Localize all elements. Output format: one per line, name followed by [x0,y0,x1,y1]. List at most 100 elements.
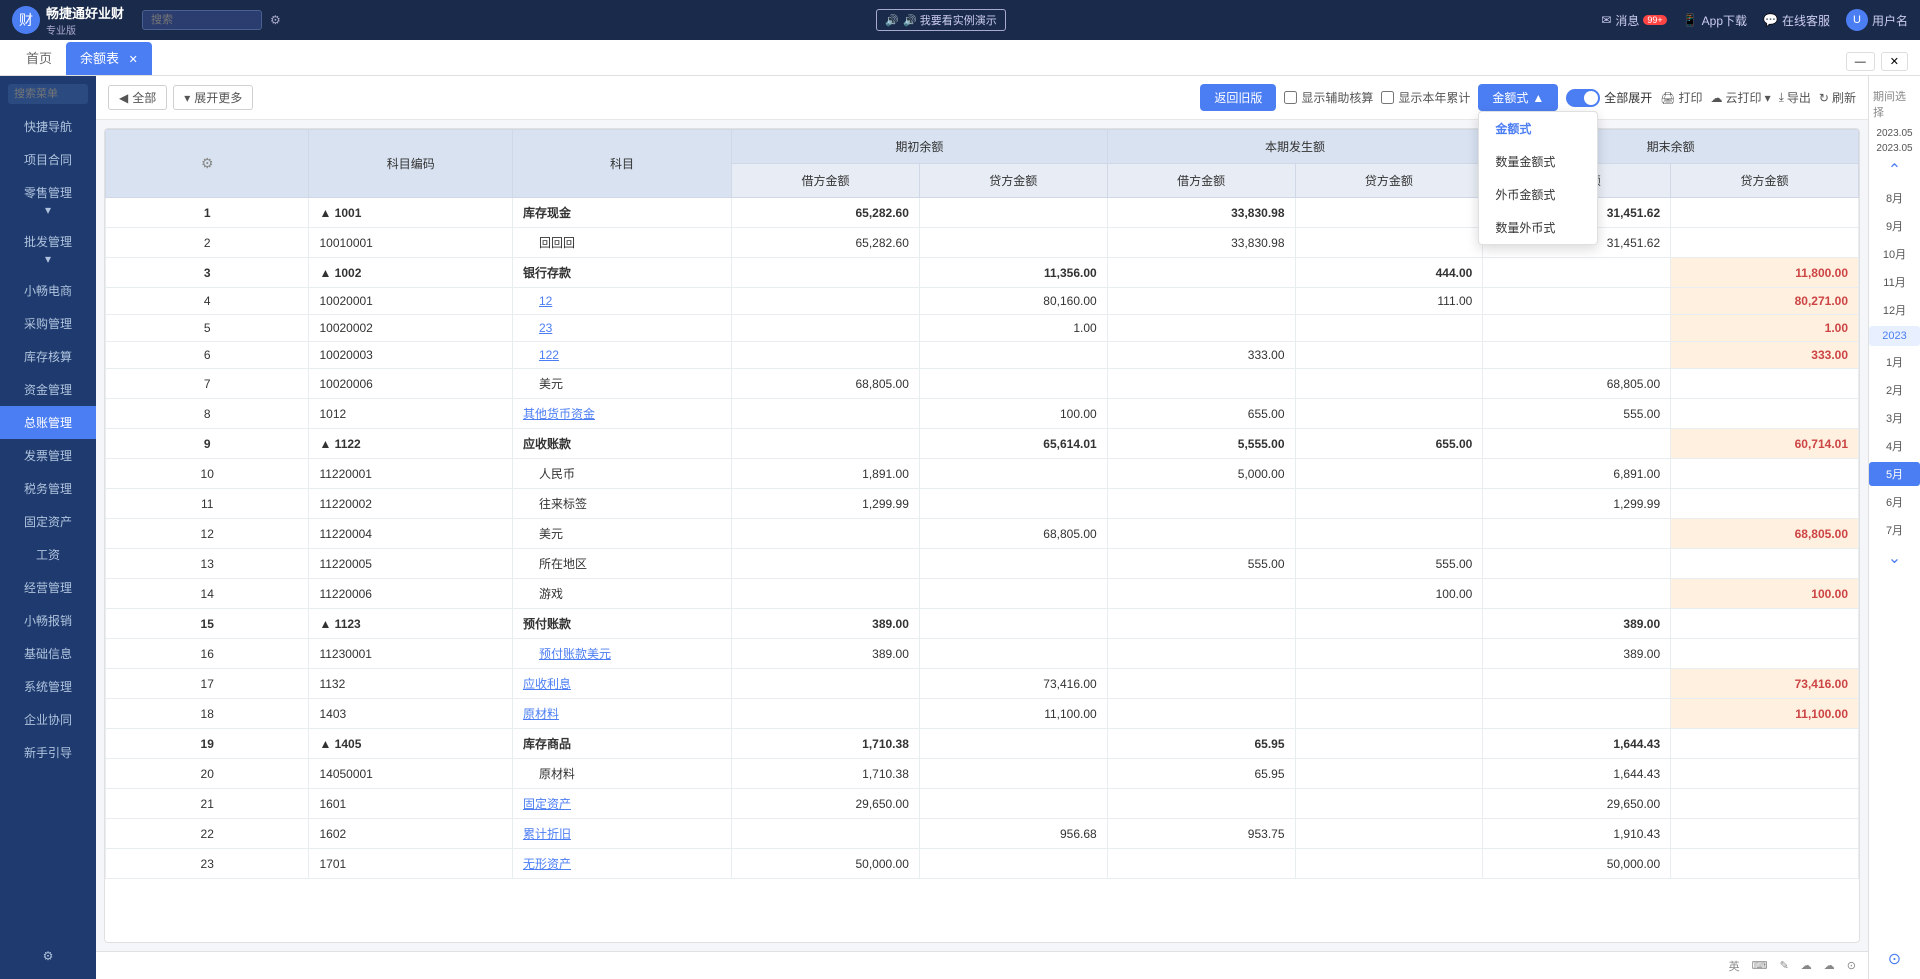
lang-icon[interactable]: 英 [1729,958,1740,974]
settings-top-icon[interactable]: ⚙ [270,13,281,27]
period-11[interactable]: 11月 [1869,270,1920,294]
sidebar-item-ecommerce[interactable]: 小畅电商 [0,274,96,307]
period-down-btn[interactable]: ⌄ [1888,546,1901,570]
dropdown-item-qty-amount[interactable]: 数量金额式 [1479,145,1597,178]
table-row: 7 10020006 美元 68,805.00 68,805.00 [106,369,1859,399]
period-up-btn[interactable]: ⌃ [1888,158,1901,182]
sidebar-item-wholesale[interactable]: 批发管理 ▾ [0,225,96,274]
sidebar-item-retail[interactable]: 零售管理 ▾ [0,176,96,225]
row-name: 无形资产 [512,849,731,879]
period-2[interactable]: 2月 [1869,378,1920,402]
sidebar-item-collab[interactable]: 企业协同 [0,703,96,736]
refresh-btn[interactable]: ↻ 刷新 [1819,89,1856,106]
online-support-btn[interactable]: 💬 在线客服 [1763,12,1830,29]
sidebar-item-operations[interactable]: 经营管理 [0,571,96,604]
sidebar-item-quicknav[interactable]: 快捷导航 [0,110,96,143]
period-10[interactable]: 10月 [1869,242,1920,266]
eb-cr-cell [1671,639,1859,669]
window-close-btn[interactable]: ✕ [1881,52,1908,71]
window-minimize-btn[interactable]: — [1846,52,1875,71]
export-btn[interactable]: ⤓ 导出 [1779,89,1811,106]
eb-dr-cell: 389.00 [1483,639,1671,669]
sidebar-item-expense[interactable]: 小畅报销 [0,604,96,637]
dropdown-item-qty-foreign[interactable]: 数量外币式 [1479,211,1597,244]
circle-icon[interactable]: ⊙ [1847,959,1856,972]
cr-cell [1295,459,1483,489]
messages-btn[interactable]: ✉ 消息 99+ [1601,12,1666,29]
sidebar-item-funds[interactable]: 资金管理 [0,373,96,406]
all-back-btn[interactable]: ◀ 全部 [108,85,167,110]
period-7[interactable]: 7月 [1869,518,1920,542]
period-2023-year[interactable]: 2023 [1869,326,1920,346]
table-row: 3 ▲ 1002 银行存款 11,356.00 444.00 11,800.00 [106,258,1859,288]
ob-dr-cell [732,579,920,609]
row-code: ▲ 1001 [309,198,512,228]
sidebar-item-inventory[interactable]: 库存核算 [0,340,96,373]
support-icon: 💬 [1763,13,1778,27]
sidebar-item-system[interactable]: 系统管理 [0,670,96,703]
period-9[interactable]: 9月 [1869,214,1920,238]
sidebar-item-tax[interactable]: 税务管理 [0,472,96,505]
row-no: 16 [106,639,309,669]
ob-dr-cell [732,699,920,729]
print-btn[interactable]: 🖨 打印 [1660,89,1702,106]
sidebar-item-basic[interactable]: 基础信息 [0,637,96,670]
sidebar-item-purchase[interactable]: 采购管理 [0,307,96,340]
sidebar-item-ledger[interactable]: 总账管理 [0,406,96,439]
sidebar-item-guide[interactable]: 新手引导 [0,736,96,769]
row-code: 1601 [309,789,512,819]
eb-cr-cell [1671,729,1859,759]
dropdown-item-foreign-amount[interactable]: 外币金额式 [1479,178,1597,211]
demo-button[interactable]: 🔊 🔊 我要看实例演示 [876,9,1005,31]
cr-cell [1295,639,1483,669]
show-ytd-checkbox[interactable]: 显示本年累计 [1381,89,1470,106]
period-5[interactable]: 5月 [1869,462,1920,486]
tab-home[interactable]: 首页 [12,42,66,75]
keyboard-icon[interactable]: ⌨ [1752,959,1768,972]
cloud-icon1[interactable]: ☁ [1801,959,1812,972]
sidebar-item-assets[interactable]: 固定资产 [0,505,96,538]
tab-close-icon[interactable]: ✕ [129,54,138,66]
row-no: 10 [106,459,309,489]
dropdown-item-amount[interactable]: 金额式 [1479,112,1597,145]
period-1[interactable]: 1月 [1869,350,1920,374]
sidebar-settings-btn[interactable]: ⚙ [0,941,96,971]
table-row: 18 1403 原材料 11,100.00 11,100.00 [106,699,1859,729]
top-search-input[interactable] [142,10,262,30]
show-ytd-input[interactable] [1381,91,1394,104]
cr-cell [1295,228,1483,258]
eb-dr-cell: 555.00 [1483,399,1671,429]
sidebar-item-invoice[interactable]: 发票管理 [0,439,96,472]
period-collapse-btn[interactable]: ⊙ [1888,947,1901,971]
period-3[interactable]: 3月 [1869,406,1920,430]
breadcrumb: ◀ 全部 ▾ 展开更多 [108,85,253,110]
period-8[interactable]: 8月 [1869,186,1920,210]
expand-more-btn[interactable]: ▾ 展开更多 [173,85,253,110]
row-name: 预付账款美元 [512,639,731,669]
row-code: 10020002 [309,315,512,342]
expand-all-switch[interactable] [1566,89,1600,107]
edit-icon[interactable]: ✎ [1780,959,1789,972]
period-4[interactable]: 4月 [1869,434,1920,458]
sidebar-search-input[interactable] [8,84,88,104]
table-row: 8 1012 其他货币资金 100.00 655.00 555.00 [106,399,1859,429]
sidebar-item-salary[interactable]: 工资 [0,538,96,571]
return-old-btn[interactable]: 返回旧版 [1200,84,1276,111]
sidebar-system-label: 系统管理 [24,678,72,695]
user-avatar[interactable]: U 用户名 [1846,9,1908,31]
period-6[interactable]: 6月 [1869,490,1920,514]
style-dropdown-btn[interactable]: 金额式 ▲ [1478,84,1558,111]
row-code: 11230001 [309,639,512,669]
app-download-btn[interactable]: 📱 App下载 [1683,12,1747,29]
cloud-icon2[interactable]: ☁ [1824,959,1835,972]
export-icon: ⤓ [1779,90,1784,105]
period-12[interactable]: 12月 [1869,298,1920,322]
show-aux-input[interactable] [1284,91,1297,104]
th-settings[interactable]: ⚙ [106,130,309,198]
sidebar-item-project[interactable]: 项目合同 [0,143,96,176]
show-aux-checkbox[interactable]: 显示辅助核算 [1284,89,1373,106]
cloud-print-btn[interactable]: ☁ 云打印 ▾ [1711,89,1771,106]
tab-balance[interactable]: 余额表 ✕ [66,42,152,75]
column-settings-icon[interactable]: ⚙ [201,155,214,171]
row-name: 回回回 [512,228,731,258]
